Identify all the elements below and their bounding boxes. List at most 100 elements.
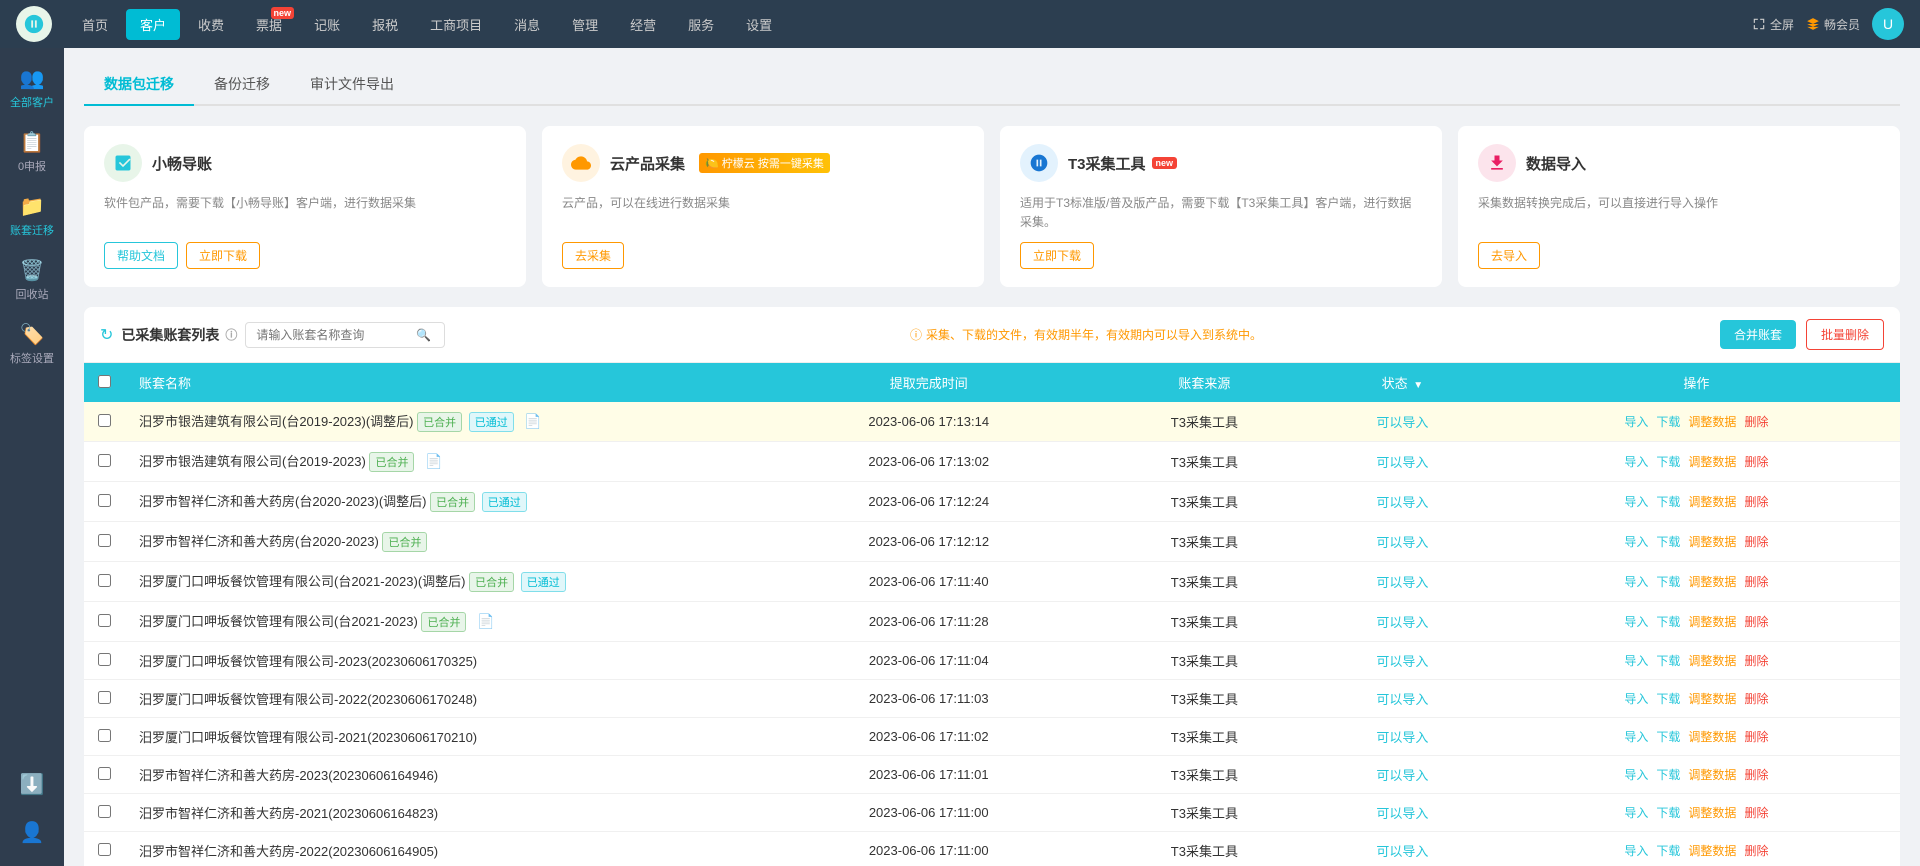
nav-home[interactable]: 首页 [68, 9, 122, 40]
go-import-button[interactable]: 去导入 [1478, 242, 1540, 269]
member-button[interactable]: 畅会员 [1806, 16, 1860, 33]
nav-fee[interactable]: 收费 [184, 9, 238, 40]
status-filter-icon[interactable]: ▼ [1413, 380, 1423, 391]
nav-business[interactable]: 工商项目 [416, 9, 496, 40]
sidebar-item-recycle[interactable]: 🗑️ 回收站 [0, 248, 64, 312]
action-下载[interactable]: 下载 [1656, 730, 1680, 744]
action-导入[interactable]: 导入 [1624, 692, 1648, 706]
refresh-icon[interactable]: ↻ [100, 325, 113, 345]
tab-backup-migrate[interactable]: 备份迁移 [194, 64, 290, 106]
action-调整数据[interactable]: 调整数据 [1688, 575, 1736, 589]
file-icon: 📄 [524, 413, 541, 429]
sidebar-item-account-migrate[interactable]: 📁 账套迁移 [0, 184, 64, 248]
action-调整数据[interactable]: 调整数据 [1688, 615, 1736, 629]
sidebar-item-label-settings[interactable]: 🏷️ 标签设置 [0, 312, 64, 376]
row-checkbox[interactable] [98, 494, 111, 507]
row-checkbox[interactable] [98, 843, 111, 856]
action-导入[interactable]: 导入 [1624, 768, 1648, 782]
t3-download-button[interactable]: 立即下载 [1020, 242, 1094, 269]
action-调整数据[interactable]: 调整数据 [1688, 692, 1736, 706]
sidebar-item-download[interactable]: ⬇️ [0, 762, 64, 810]
nav-manage[interactable]: 管理 [558, 9, 612, 40]
action-导入[interactable]: 导入 [1624, 806, 1648, 820]
help-icon[interactable]: ⓘ [225, 326, 237, 343]
action-删除[interactable]: 删除 [1744, 455, 1768, 469]
row-checkbox[interactable] [98, 414, 111, 427]
help-doc-button[interactable]: 帮助文档 [104, 242, 178, 269]
nav-customer[interactable]: 客户 [126, 9, 180, 40]
search-input[interactable] [256, 328, 416, 342]
action-导入[interactable]: 导入 [1624, 575, 1648, 589]
action-导入[interactable]: 导入 [1624, 415, 1648, 429]
nav-tax[interactable]: 报税 [358, 9, 412, 40]
tag-approved: 已通过 [521, 572, 566, 592]
action-删除[interactable]: 删除 [1744, 654, 1768, 668]
action-删除[interactable]: 删除 [1744, 844, 1768, 858]
action-下载[interactable]: 下载 [1656, 575, 1680, 589]
action-下载[interactable]: 下载 [1656, 844, 1680, 858]
select-all-checkbox[interactable] [98, 375, 111, 388]
action-导入[interactable]: 导入 [1624, 495, 1648, 509]
row-checkbox[interactable] [98, 691, 111, 704]
action-导入[interactable]: 导入 [1624, 455, 1648, 469]
action-下载[interactable]: 下载 [1656, 455, 1680, 469]
action-下载[interactable]: 下载 [1656, 415, 1680, 429]
action-删除[interactable]: 删除 [1744, 535, 1768, 549]
row-checkbox[interactable] [98, 729, 111, 742]
action-调整数据[interactable]: 调整数据 [1688, 768, 1736, 782]
row-checkbox[interactable] [98, 574, 111, 587]
fullscreen-button[interactable]: 全屏 [1752, 16, 1794, 33]
action-下载[interactable]: 下载 [1656, 768, 1680, 782]
action-删除[interactable]: 删除 [1744, 415, 1768, 429]
action-导入[interactable]: 导入 [1624, 654, 1648, 668]
action-下载[interactable]: 下载 [1656, 654, 1680, 668]
tab-data-package[interactable]: 数据包迁移 [84, 64, 194, 106]
action-调整数据[interactable]: 调整数据 [1688, 654, 1736, 668]
row-checkbox[interactable] [98, 767, 111, 780]
merge-account-button[interactable]: 合并账套 [1720, 320, 1796, 349]
download-now-button[interactable]: 立即下载 [186, 242, 260, 269]
nav-operation[interactable]: 经营 [616, 9, 670, 40]
action-调整数据[interactable]: 调整数据 [1688, 495, 1736, 509]
action-导入[interactable]: 导入 [1624, 535, 1648, 549]
nav-invoice[interactable]: 票据 new [242, 9, 296, 40]
go-collect-button[interactable]: 去采集 [562, 242, 624, 269]
nav-message[interactable]: 消息 [500, 9, 554, 40]
action-下载[interactable]: 下载 [1656, 615, 1680, 629]
action-删除[interactable]: 删除 [1744, 768, 1768, 782]
action-下载[interactable]: 下载 [1656, 806, 1680, 820]
action-调整数据[interactable]: 调整数据 [1688, 806, 1736, 820]
action-导入[interactable]: 导入 [1624, 844, 1648, 858]
action-删除[interactable]: 删除 [1744, 575, 1768, 589]
nav-bookkeep[interactable]: 记账 [300, 9, 354, 40]
batch-delete-button[interactable]: 批量删除 [1806, 319, 1884, 350]
sidebar-item-profile[interactable]: 👤 [0, 810, 64, 858]
action-删除[interactable]: 删除 [1744, 730, 1768, 744]
tab-audit-export[interactable]: 审计文件导出 [290, 64, 414, 106]
action-调整数据[interactable]: 调整数据 [1688, 415, 1736, 429]
action-导入[interactable]: 导入 [1624, 730, 1648, 744]
sidebar-item-zero-declare[interactable]: 📋 0申报 [0, 120, 64, 184]
action-调整数据[interactable]: 调整数据 [1688, 535, 1736, 549]
row-checkbox[interactable] [98, 805, 111, 818]
action-调整数据[interactable]: 调整数据 [1688, 730, 1736, 744]
action-导入[interactable]: 导入 [1624, 615, 1648, 629]
sidebar-item-all-clients[interactable]: 👥 全部客户 [0, 56, 64, 120]
action-删除[interactable]: 删除 [1744, 806, 1768, 820]
action-下载[interactable]: 下载 [1656, 495, 1680, 509]
action-下载[interactable]: 下载 [1656, 535, 1680, 549]
row-checkbox[interactable] [98, 653, 111, 666]
row-checkbox[interactable] [98, 454, 111, 467]
action-调整数据[interactable]: 调整数据 [1688, 844, 1736, 858]
action-删除[interactable]: 删除 [1744, 495, 1768, 509]
nav-settings[interactable]: 设置 [732, 9, 786, 40]
action-调整数据[interactable]: 调整数据 [1688, 455, 1736, 469]
nav-service[interactable]: 服务 [674, 9, 728, 40]
search-icon[interactable]: 🔍 [416, 328, 431, 342]
action-下载[interactable]: 下载 [1656, 692, 1680, 706]
user-avatar[interactable]: U [1872, 8, 1904, 40]
row-checkbox[interactable] [98, 614, 111, 627]
action-删除[interactable]: 删除 [1744, 615, 1768, 629]
action-删除[interactable]: 删除 [1744, 692, 1768, 706]
row-checkbox[interactable] [98, 534, 111, 547]
